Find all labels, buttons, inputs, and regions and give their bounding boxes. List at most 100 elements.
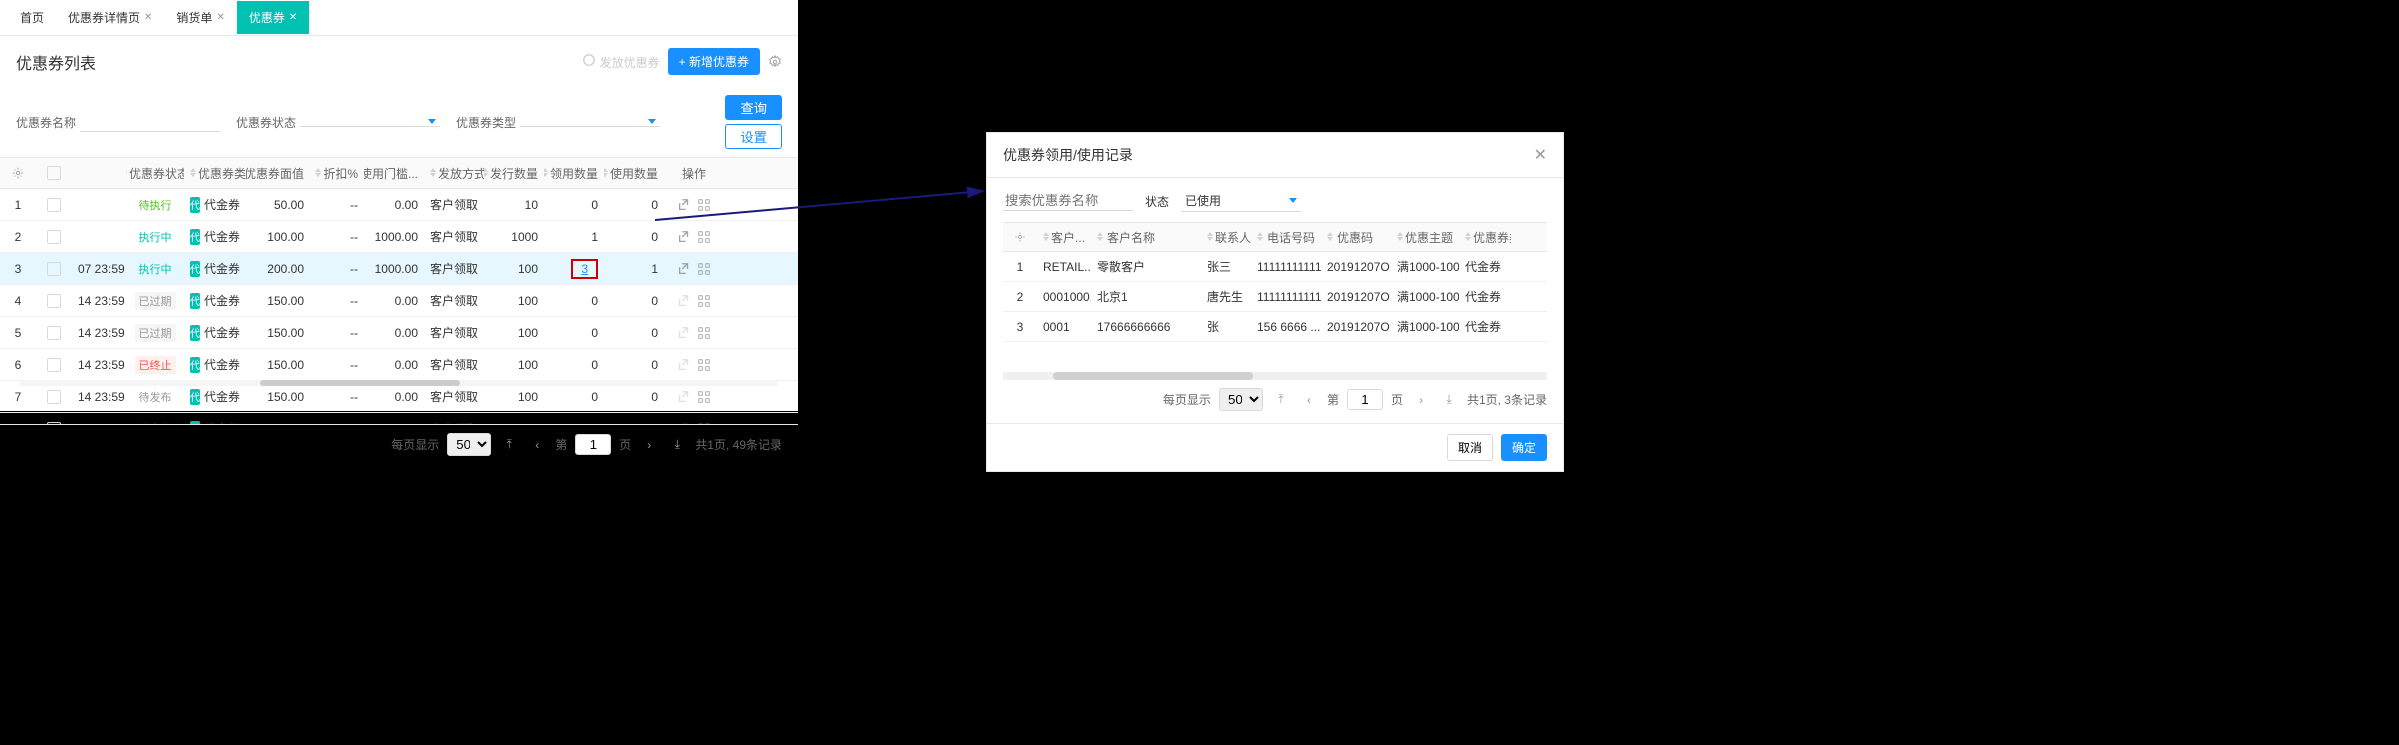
table-row[interactable]: 2执行中代代金券100.00--1000.00客户领取100010 bbox=[0, 221, 798, 253]
close-icon[interactable]: ✕ bbox=[1534, 145, 1547, 165]
modal-status-select[interactable]: 已使用 bbox=[1181, 190, 1301, 212]
confirm-button[interactable]: 确定 bbox=[1501, 434, 1547, 461]
modal-table-row[interactable]: 3000117666666666张156 6666 ...20191207O..… bbox=[1003, 312, 1547, 342]
modal-table-header: 客户... 客户名称 联系人 电话号码 优惠码 优惠主题 优惠券类 bbox=[1003, 222, 1547, 252]
tab-0[interactable]: 首页 bbox=[8, 1, 56, 34]
settings-button[interactable]: 设置 bbox=[725, 124, 782, 149]
share-icon[interactable] bbox=[677, 262, 691, 276]
mcol-ctype[interactable]: 优惠券类 bbox=[1459, 225, 1511, 250]
row-checkbox[interactable] bbox=[36, 226, 72, 248]
qr-icon[interactable] bbox=[697, 422, 711, 425]
prev-page-button[interactable]: ‹ bbox=[527, 435, 547, 455]
mcol-cust[interactable]: 客户... bbox=[1037, 225, 1091, 250]
pagination: 每页显示 50 ⤒ ‹ 第 页 › ⤓ 共1页, 49条记录 bbox=[0, 424, 798, 464]
first-page-button[interactable]: ⤒ bbox=[1271, 390, 1291, 410]
sort-icon bbox=[1043, 232, 1049, 242]
tab-1[interactable]: 优惠券详情页✕ bbox=[56, 1, 164, 34]
per-page-select[interactable]: 50 bbox=[447, 433, 491, 456]
row-value: 150.00 bbox=[246, 322, 310, 344]
cancel-button[interactable]: 取消 bbox=[1447, 434, 1493, 461]
modal-filters: 状态 已使用 bbox=[1003, 190, 1547, 212]
mcol-contact[interactable]: 联系人 bbox=[1201, 225, 1251, 250]
row-checkbox[interactable] bbox=[36, 418, 72, 425]
row-index: 8 bbox=[0, 418, 36, 425]
tab-3[interactable]: 优惠券✕ bbox=[237, 1, 309, 34]
row-claim: 1 bbox=[544, 226, 604, 248]
col-type[interactable]: 优惠券类型 bbox=[184, 161, 246, 186]
qr-icon[interactable] bbox=[697, 230, 711, 244]
col-checkbox[interactable] bbox=[36, 162, 72, 184]
modal-table-row[interactable]: 1RETAIL...零散客户张三1111111111120191207O...满… bbox=[1003, 252, 1547, 282]
share-icon[interactable] bbox=[677, 230, 691, 244]
modal-h-scrollbar[interactable] bbox=[1003, 372, 1547, 380]
table-row[interactable]: 414 23:59已过期代代金券150.00--0.00客户领取10000 bbox=[0, 285, 798, 317]
row-checkbox[interactable] bbox=[36, 258, 72, 280]
qr-icon[interactable] bbox=[697, 358, 711, 372]
h-scrollbar[interactable] bbox=[20, 380, 778, 386]
add-coupon-button[interactable]: + 新增优惠券 bbox=[668, 48, 760, 75]
close-icon[interactable]: ✕ bbox=[144, 12, 152, 23]
tab-label: 首页 bbox=[20, 9, 44, 26]
row-checkbox[interactable] bbox=[36, 386, 72, 408]
last-page-button[interactable]: ⤓ bbox=[1439, 390, 1459, 410]
issue-coupon-button[interactable]: 发放优惠券 bbox=[582, 53, 659, 71]
tab-2[interactable]: 销货单✕ bbox=[164, 1, 236, 34]
col-claim-qty[interactable]: 领用数量 bbox=[544, 161, 604, 186]
row-checkbox[interactable] bbox=[36, 322, 72, 344]
qr-icon[interactable] bbox=[697, 326, 711, 340]
qr-icon[interactable] bbox=[697, 390, 711, 404]
row-status: 执行中 bbox=[126, 224, 184, 250]
next-page-button[interactable]: › bbox=[1411, 390, 1431, 410]
table-row[interactable]: 814 23:59待发布代代金券150.00--0.00客户领取10000 bbox=[0, 413, 798, 424]
scroll-thumb[interactable] bbox=[1053, 372, 1253, 380]
close-icon[interactable]: ✕ bbox=[289, 12, 297, 23]
table-row[interactable]: 614 23:59已终止代代金券150.00--0.00客户领取10000 bbox=[0, 349, 798, 381]
col-discount[interactable]: 折扣% bbox=[310, 161, 364, 186]
qr-icon[interactable] bbox=[697, 294, 711, 308]
mcol-gear[interactable] bbox=[1003, 227, 1037, 247]
mcol-topic[interactable]: 优惠主题 bbox=[1391, 225, 1459, 250]
col-status[interactable]: 优惠券状态 bbox=[126, 161, 184, 186]
mrow-code: 20191207O... bbox=[1321, 256, 1391, 278]
header-gear-icon[interactable] bbox=[768, 55, 782, 69]
table-row[interactable]: 1待执行代代金券50.00--0.00客户领取1000 bbox=[0, 189, 798, 221]
col-issue-qty[interactable]: 发行数量 bbox=[484, 161, 544, 186]
share-icon[interactable] bbox=[677, 198, 691, 212]
table-row[interactable]: 514 23:59已过期代代金券150.00--0.00客户领取10000 bbox=[0, 317, 798, 349]
row-checkbox[interactable] bbox=[36, 194, 72, 216]
page-input[interactable] bbox=[575, 434, 611, 455]
modal-table-row[interactable]: 200010001北京1唐先生1111111111120191207O...满1… bbox=[1003, 282, 1547, 312]
filter-type-select[interactable] bbox=[520, 117, 660, 127]
first-page-button[interactable]: ⤒ bbox=[499, 435, 519, 455]
col-value[interactable]: 优惠券面值 bbox=[246, 161, 310, 186]
mrow-index: 2 bbox=[1003, 286, 1037, 308]
col-use-qty[interactable]: 使用数量 bbox=[604, 161, 664, 186]
prev-page-button[interactable]: ‹ bbox=[1299, 390, 1319, 410]
row-checkbox[interactable] bbox=[36, 290, 72, 312]
modal-per-page-select[interactable]: 50 bbox=[1219, 388, 1263, 411]
qr-icon[interactable] bbox=[697, 262, 711, 276]
col-method[interactable]: 发放方式 bbox=[424, 161, 484, 186]
filter-name-input[interactable] bbox=[80, 112, 220, 132]
mcol-phone[interactable]: 电话号码 bbox=[1251, 225, 1321, 250]
next-page-button[interactable]: › bbox=[639, 435, 659, 455]
last-page-button[interactable]: ⤓ bbox=[667, 435, 687, 455]
close-icon[interactable]: ✕ bbox=[216, 12, 224, 23]
filter-status-select[interactable] bbox=[300, 117, 440, 127]
row-threshold: 0.00 bbox=[364, 290, 424, 312]
mcol-code[interactable]: 优惠码 bbox=[1321, 225, 1391, 250]
table-row[interactable]: 307 23:59执行中代代金券200.00--1000.00客户领取10031 bbox=[0, 253, 798, 285]
row-time: 14 23:59 bbox=[72, 386, 126, 408]
col-gear[interactable] bbox=[0, 162, 36, 184]
col-threshold[interactable]: 使用门槛... bbox=[364, 161, 424, 186]
row-threshold: 0.00 bbox=[364, 322, 424, 344]
mcol-name[interactable]: 客户名称 bbox=[1091, 225, 1201, 250]
scroll-thumb[interactable] bbox=[260, 380, 460, 386]
modal-page-input[interactable] bbox=[1347, 389, 1383, 410]
query-button[interactable]: 查询 bbox=[725, 95, 782, 120]
qr-icon[interactable] bbox=[697, 198, 711, 212]
claim-link[interactable]: 3 bbox=[571, 259, 598, 279]
checkbox-all[interactable] bbox=[47, 166, 61, 180]
row-checkbox[interactable] bbox=[36, 354, 72, 376]
row-type: 代代金券 bbox=[184, 384, 246, 409]
